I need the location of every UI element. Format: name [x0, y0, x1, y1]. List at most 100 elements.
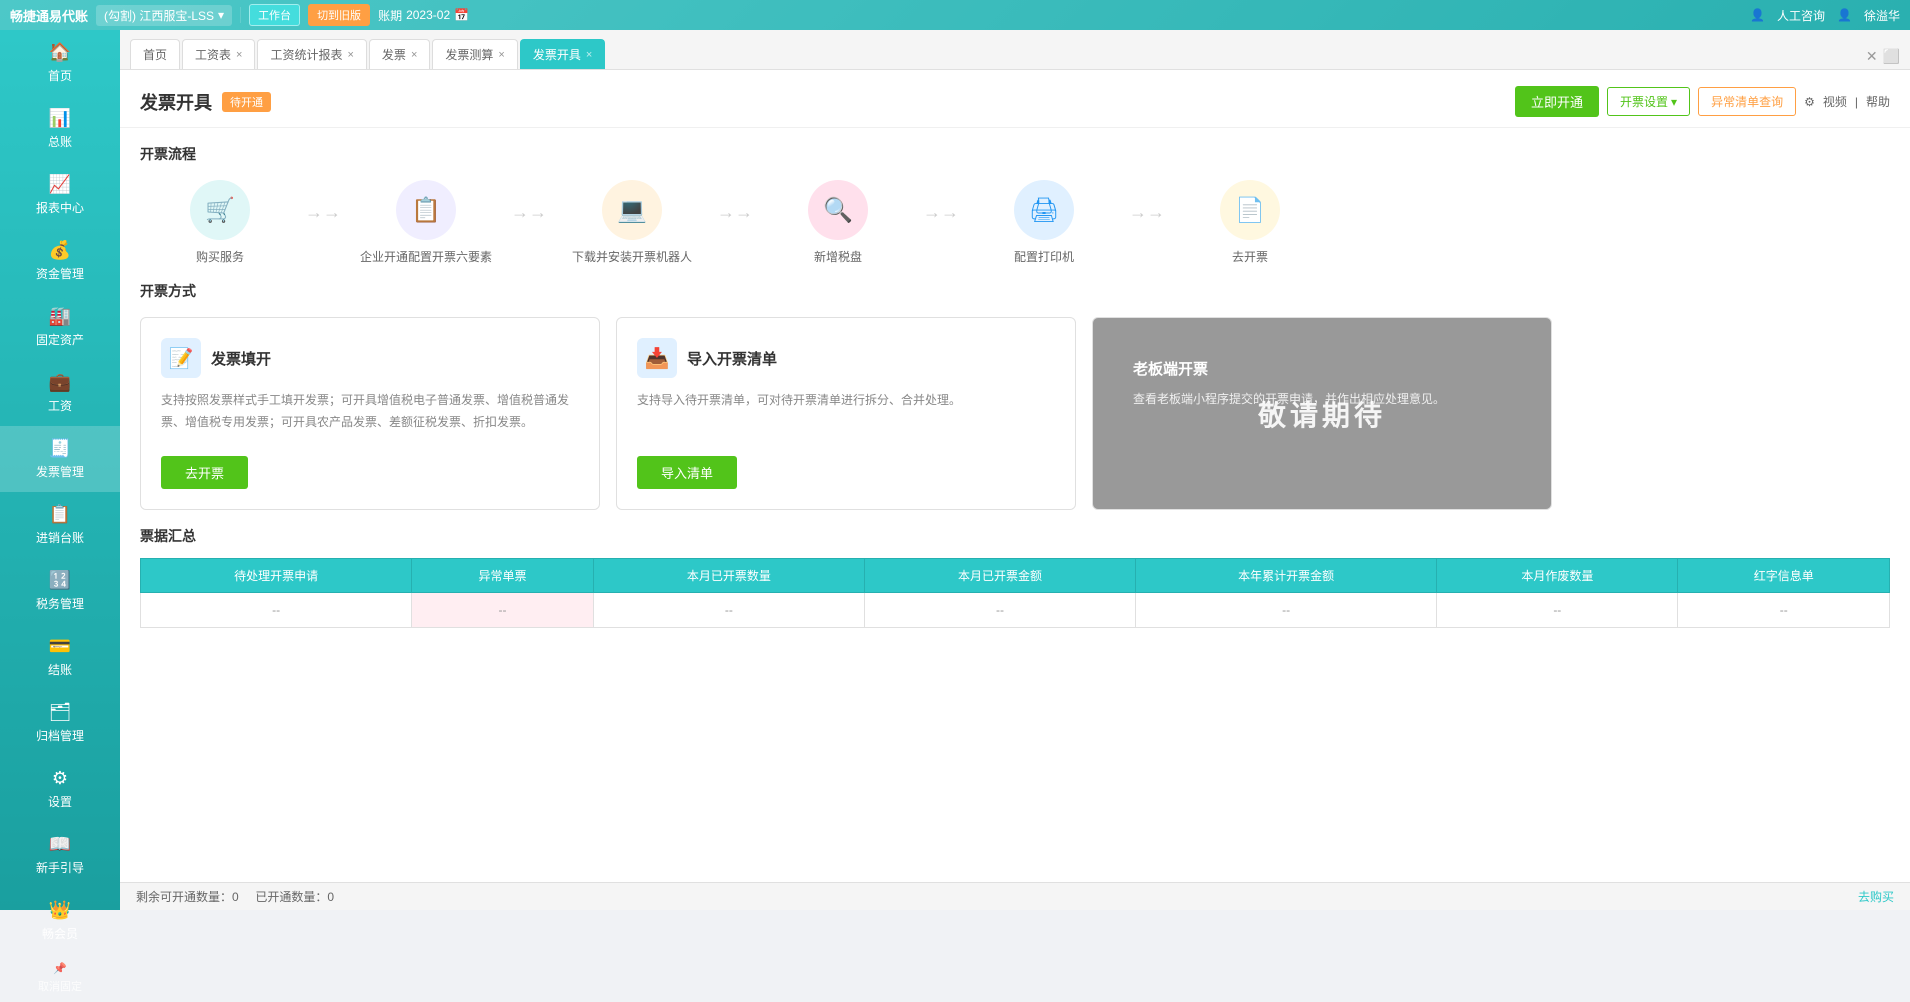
- service-icon: 👤: [1750, 8, 1765, 22]
- flow-section-title: 开票流程: [140, 144, 1890, 164]
- restore-icon[interactable]: ⬜: [1883, 48, 1900, 65]
- sidebar-item-label: 进销台账: [36, 529, 84, 546]
- sidebar-item-payroll[interactable]: 💼 工资: [0, 360, 120, 426]
- sidebar-item-checkout[interactable]: 💳 结账: [0, 624, 120, 690]
- company-selector[interactable]: (勾割) 江西服宝-LSS ▾: [96, 5, 232, 26]
- sidebar-item-fixed-assets[interactable]: 🏭 固定资产: [0, 294, 120, 360]
- manual-invoice-icon: 📝: [161, 338, 201, 378]
- chevron-down-icon: ▾: [1671, 95, 1677, 109]
- calendar-icon[interactable]: 📅: [454, 8, 469, 22]
- chevron-down-icon: ▾: [218, 8, 224, 22]
- old-version-card: 老板端开票 查看老板端小程序提交的开票申请，并作出相应处理意见。 敬请期待: [1092, 317, 1552, 510]
- opened-count: 已开通数量：0: [255, 890, 334, 904]
- member-icon: 👑: [49, 900, 71, 921]
- sidebar-item-home[interactable]: 🏠 首页: [0, 30, 120, 96]
- tab-home[interactable]: 首页: [130, 39, 180, 69]
- col-abnormal: 异常单票: [412, 559, 594, 593]
- sidebar-item-invoice[interactable]: 🧾 发票管理: [0, 426, 120, 492]
- abnormal-query-button[interactable]: 异常清单查询: [1698, 87, 1796, 116]
- tab-invoice-issue-label: 发票开具: [533, 46, 581, 63]
- sidebar-item-ledger[interactable]: 📊 总账: [0, 96, 120, 162]
- val-abnormal: --: [412, 593, 594, 628]
- tab-close-invoice-calc[interactable]: ×: [498, 49, 504, 61]
- val-year-amount: --: [1136, 593, 1437, 628]
- flow-arrow-2: →→: [511, 202, 547, 223]
- tab-close-payroll[interactable]: ×: [236, 49, 242, 61]
- import-list-button[interactable]: 导入清单: [637, 456, 737, 489]
- sidebar-item-archive[interactable]: 🗂 归档管理: [0, 690, 120, 756]
- invoice-icon: 🧾: [49, 438, 71, 459]
- tab-invoice[interactable]: 发票 ×: [369, 39, 430, 69]
- col-month-count: 本月已开票数量: [593, 559, 864, 593]
- summary-title: 票据汇总: [140, 526, 1890, 546]
- sidebar-item-purchase-sales[interactable]: 📋 进销台账: [0, 492, 120, 558]
- guide-icon: 📖: [49, 834, 71, 855]
- tab-payroll[interactable]: 工资表 ×: [182, 39, 255, 69]
- open-now-button[interactable]: 立即开通: [1515, 86, 1599, 117]
- sidebar-item-settings[interactable]: ⚙ 设置: [0, 756, 120, 822]
- video-help-link[interactable]: 视频: [1823, 93, 1847, 110]
- open-settings-label: 开票设置: [1620, 93, 1668, 110]
- val-month-amount: --: [864, 593, 1135, 628]
- sidebar-item-label: 新手引导: [36, 859, 84, 876]
- funds-icon: 💰: [49, 240, 71, 261]
- open-settings-button[interactable]: 开票设置 ▾: [1607, 87, 1690, 116]
- summary-row: -- -- -- -- -- -- --: [141, 593, 1890, 628]
- pin-button[interactable]: 📌 取消固定: [0, 954, 120, 1002]
- sidebar-item-label: 设置: [48, 793, 72, 810]
- close-tab-icon[interactable]: ✕: [1866, 48, 1878, 65]
- sidebar-item-label: 结账: [48, 661, 72, 678]
- summary-table: 待处理开票申请 异常单票 本月已开票数量 本月已开票金额 本年累计开票金额 本月…: [140, 558, 1890, 628]
- methods-section-title: 开票方式: [140, 281, 1890, 301]
- go-issue-button[interactable]: 去开票: [161, 456, 248, 489]
- tab-payroll-report[interactable]: 工资统计报表 ×: [257, 39, 366, 69]
- sidebar-item-member[interactable]: 👑 畅会员: [0, 888, 120, 954]
- period-display: 账期 2023-02 📅: [378, 7, 469, 24]
- download-icon: 💻: [602, 180, 662, 240]
- issue-icon: 📄: [1220, 180, 1280, 240]
- switch-old-button[interactable]: 切到旧版: [308, 4, 370, 26]
- flow-step-printer-label: 配置打印机: [1014, 248, 1074, 265]
- flow-step-configure-label: 企业开通配置开票六要素: [360, 248, 492, 265]
- flow-arrow-1: →→: [305, 202, 341, 223]
- manual-invoice-desc: 支持按照发票样式手工填开发票；可开具增值税电子普通发票、增值税普通发票、增值税专…: [161, 390, 579, 440]
- tab-close-invoice-issue[interactable]: ×: [586, 49, 592, 61]
- reports-icon: 📈: [49, 174, 71, 195]
- sidebar-item-funds[interactable]: 💰 资金管理: [0, 228, 120, 294]
- sidebar-item-label: 固定资产: [36, 331, 84, 348]
- tab-close-invoice[interactable]: ×: [411, 49, 417, 61]
- home-icon: 🏠: [49, 42, 71, 63]
- tab-invoice-label: 发票: [382, 46, 406, 63]
- import-invoice-desc: 支持导入待开票清单，可对待开票清单进行拆分、合并处理。: [637, 390, 1055, 440]
- sidebar-item-reports[interactable]: 📈 报表中心: [0, 162, 120, 228]
- divider: [240, 7, 241, 23]
- taxdisk-icon: 🔍: [808, 180, 868, 240]
- period-value: 2023-02: [406, 8, 450, 22]
- sidebar-item-label: 工资: [48, 397, 72, 414]
- help-link[interactable]: 帮助: [1866, 93, 1890, 110]
- tab-close-payroll-report[interactable]: ×: [347, 49, 353, 61]
- flow-step-download: 💻 下载并安装开票机器人: [552, 180, 712, 265]
- buy-service-icon: 🛒: [190, 180, 250, 240]
- user-avatar: 👤: [1837, 8, 1852, 22]
- col-pending: 待处理开票申请: [141, 559, 412, 593]
- tax-icon: 🔢: [49, 570, 71, 591]
- import-invoice-icon: 📥: [637, 338, 677, 378]
- flow-step-taxdisk: 🔍 新增税盘: [758, 180, 918, 265]
- service-label[interactable]: 人工咨询: [1777, 7, 1825, 24]
- checkout-icon: 💳: [49, 636, 71, 657]
- summary-section: 票据汇总 待处理开票申请 异常单票 本月已开票数量 本月已开票金额 本年累计开票…: [120, 526, 1910, 644]
- workstation-button[interactable]: 工作台: [249, 4, 300, 26]
- buy-link[interactable]: 去购买: [1858, 888, 1894, 905]
- val-pending: --: [141, 593, 412, 628]
- tab-invoice-calc[interactable]: 发票测算 ×: [432, 39, 517, 69]
- user-name[interactable]: 徐溢华: [1864, 7, 1900, 24]
- import-card-header: 📥 导入开票清单: [637, 338, 1055, 378]
- tab-invoice-issue[interactable]: 发票开具 ×: [520, 39, 605, 69]
- sidebar-item-guide[interactable]: 📖 新手引导: [0, 822, 120, 888]
- ticket-flow-section: 开票流程 🛒 购买服务 →→ 📋 企业开通配置开票六要素 →→ 💻 下载并安: [120, 128, 1910, 281]
- sidebar-item-tax[interactable]: 🔢 税务管理: [0, 558, 120, 624]
- import-invoice-card: 📥 导入开票清单 支持导入待开票清单，可对待开票清单进行拆分、合并处理。 导入清…: [616, 317, 1076, 510]
- coming-soon-text: 敬请期待: [1258, 394, 1386, 434]
- sidebar-item-label: 归档管理: [36, 727, 84, 744]
